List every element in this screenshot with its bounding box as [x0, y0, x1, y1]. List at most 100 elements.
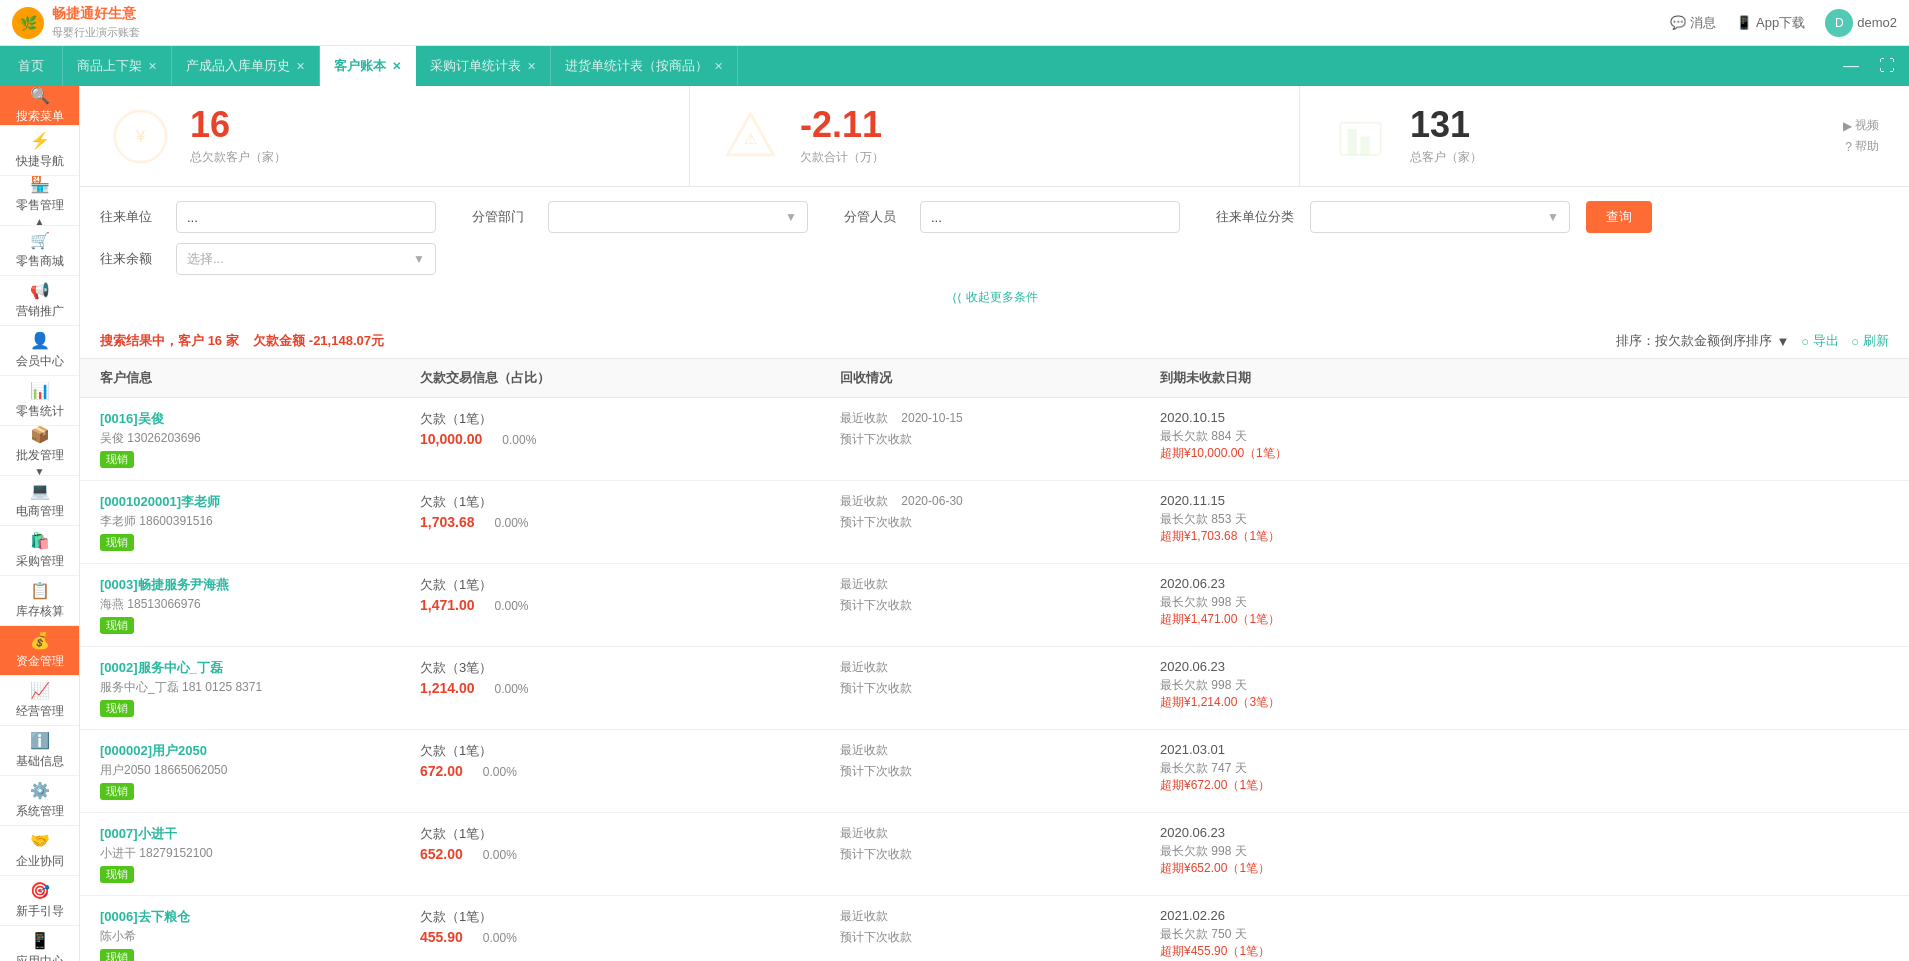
app-subtitle: 母婴行业演示账套 — [52, 25, 140, 40]
wholesale-icon: 📦 — [30, 425, 50, 444]
overdue-link[interactable]: 超期¥1,703.68（1笔） — [1160, 528, 1889, 545]
debt-cell: 欠款（1笔） 10,000.00 0.00% — [420, 410, 840, 447]
customer-name-link[interactable]: [000002]用户2050 — [100, 742, 420, 760]
tab-collapse-button[interactable]: — — [1837, 55, 1865, 77]
message-button[interactable]: 💬 消息 — [1670, 14, 1716, 32]
tab-home[interactable]: 首页 — [0, 46, 63, 86]
debt-cell: 欠款（1笔） 652.00 0.00% — [420, 825, 840, 862]
tab-close-icon[interactable]: ✕ — [148, 60, 157, 73]
tab-bar: 首页 商品上下架 ✕ 产成品入库单历史 ✕ 客户账本 ✕ 采购订单统计表 ✕ 进… — [0, 46, 1909, 86]
sidebar-item-member-center[interactable]: 👤 会员中心 — [0, 326, 79, 376]
retail-icon: 🏪 — [30, 175, 50, 194]
customer-info-cell: [0007]小进干 小进干 18279152100 现销 — [100, 825, 420, 883]
table-row: [0016]吴俊 吴俊 13026203696 现销 欠款（1笔） 10,000… — [80, 398, 1909, 481]
tab-inbound-stats[interactable]: 进货单统计表（按商品） ✕ — [551, 46, 738, 86]
sidebar-item-retail-mall[interactable]: 🛒 零售商城 — [0, 226, 79, 276]
overdue-link[interactable]: 超期¥10,000.00（1笔） — [1160, 445, 1889, 462]
customer-name-link[interactable]: [0002]服务中心_丁磊 — [100, 659, 420, 677]
filter-manager-input[interactable]: ... — [920, 201, 1180, 233]
table-row: [0006]去下粮仓 陈小希 现销 欠款（1笔） 455.90 0.00% 最近… — [80, 896, 1909, 961]
overdue-link[interactable]: 超期¥455.90（1笔） — [1160, 943, 1889, 960]
stat-card-debt-total: ⚠ -2.11 欠款合计（万） — [690, 86, 1300, 186]
overdue-link[interactable]: 超期¥1,214.00（3笔） — [1160, 694, 1889, 711]
filter-category-select[interactable]: ▼ — [1310, 201, 1570, 233]
col-header-recovery: 回收情况 — [840, 369, 1160, 387]
message-icon: 💬 — [1670, 15, 1686, 30]
filter-row-1: 往来单位 ... 分管部门 ▼ 分管人员 ... 往来单位分类 ▼ — [100, 201, 1889, 233]
customer-name-link[interactable]: [0016]吴俊 — [100, 410, 420, 428]
tab-fullscreen-button[interactable]: ⛶ — [1873, 55, 1901, 77]
capital-icon: 💰 — [30, 631, 50, 650]
sidebar-item-purchase-mgmt[interactable]: 🛍️ 采购管理 — [0, 526, 79, 576]
sidebar-item-ecommerce[interactable]: 💻 电商管理 — [0, 476, 79, 526]
sidebar-item-system-mgmt[interactable]: ⚙️ 系统管理 — [0, 776, 79, 826]
sidebar-item-business-mgmt[interactable]: 📈 经营管理 — [0, 676, 79, 726]
overdue-link[interactable]: 超期¥672.00（1笔） — [1160, 777, 1889, 794]
help-link[interactable]: ? 帮助 — [1845, 138, 1879, 155]
sidebar-item-quick-nav[interactable]: ⚡ 快捷导航 — [0, 126, 79, 176]
tab-production-history[interactable]: 产成品入库单历史 ✕ — [172, 46, 320, 86]
sidebar-item-retail-stats[interactable]: 📊 零售统计 — [0, 376, 79, 426]
sidebar-item-enterprise-collab[interactable]: 🤝 企业协同 — [0, 826, 79, 876]
recovery-cell: 最近收款 预计下次收款 — [840, 659, 1160, 697]
collapse-row[interactable]: ⟨⟨ 收起更多条件 — [100, 285, 1889, 314]
table-row: [0001020001]李老师 李老师 18600391516 现销 欠款（1笔… — [80, 481, 1909, 564]
app-download-button[interactable]: 📱 App下载 — [1736, 14, 1805, 32]
total-customers-number: 131 — [1410, 107, 1482, 143]
sort-selector[interactable]: 排序：按欠款金额倒序排序 ▼ — [1616, 332, 1789, 350]
refresh-button[interactable]: ○ 刷新 — [1851, 332, 1889, 350]
overdue-link[interactable]: 超期¥1,471.00（1笔） — [1160, 611, 1889, 628]
tab-products-toggle[interactable]: 商品上下架 ✕ — [63, 46, 172, 86]
filter-balance-select[interactable]: 选择... ▼ — [176, 243, 436, 275]
video-link[interactable]: ▶ 视频 — [1843, 117, 1879, 134]
filter-label-4: 往来单位分类 — [1216, 208, 1294, 226]
customer-name-link[interactable]: [0003]畅捷服务尹海燕 — [100, 576, 420, 594]
sidebar-item-retail-mgmt[interactable]: 🏪 零售管理 ▲ — [0, 176, 79, 226]
customer-tag: 现销 — [100, 534, 134, 551]
sidebar-search[interactable]: 🔍 搜索菜单 — [0, 86, 79, 126]
svg-rect-5 — [1347, 129, 1356, 155]
export-button[interactable]: ○ 导出 — [1801, 332, 1839, 350]
sidebar-item-basic-info[interactable]: ℹ️ 基础信息 — [0, 726, 79, 776]
tab-customer-account[interactable]: 客户账本 ✕ — [320, 46, 416, 86]
tab-close-icon[interactable]: ✕ — [714, 60, 723, 73]
customer-name-link[interactable]: [0007]小进干 — [100, 825, 420, 843]
overdue-link[interactable]: 超期¥652.00（1笔） — [1160, 860, 1889, 877]
filter-dept-select[interactable]: ▼ — [548, 201, 808, 233]
debt-cell: 欠款（1笔） 672.00 0.00% — [420, 742, 840, 779]
app-icon: 📱 — [1736, 15, 1752, 30]
sidebar-item-capital-mgmt[interactable]: 💰 资金管理 — [0, 626, 79, 676]
filter-label-5: 往来余额 — [100, 250, 160, 268]
top-bar: 🌿 畅捷通好生意 母婴行业演示账套 💬 消息 📱 App下载 D demo2 — [0, 0, 1909, 46]
svg-text:⚠: ⚠ — [744, 130, 757, 146]
sidebar-item-beginner[interactable]: 🎯 新手引导 — [0, 876, 79, 926]
avatar: D — [1825, 9, 1853, 37]
video-icon: ▶ — [1843, 119, 1852, 133]
business-icon: 📈 — [30, 681, 50, 700]
member-icon: 👤 — [30, 331, 50, 350]
result-summary: 搜索结果中，客户 16 家 欠款金额 -21,148.07元 — [100, 332, 384, 350]
sidebar-item-marketing[interactable]: 📢 营销推广 — [0, 276, 79, 326]
top-right: 💬 消息 📱 App下载 D demo2 — [1670, 9, 1897, 37]
recovery-cell: 最近收款 预计下次收款 — [840, 742, 1160, 780]
customer-name-link[interactable]: [0006]去下粮仓 — [100, 908, 420, 926]
tab-close-icon[interactable]: ✕ — [296, 60, 305, 73]
filter-manager-dots: ... — [931, 210, 942, 225]
sidebar-item-wholesale-mgmt[interactable]: 📦 批发管理 ▼ — [0, 426, 79, 476]
tab-close-icon[interactable]: ✕ — [527, 60, 536, 73]
recovery-cell: 最近收款 2020-10-15 预计下次收款 — [840, 410, 1160, 448]
user-menu[interactable]: D demo2 — [1825, 9, 1897, 37]
overdue-cell: 2020.06.23 最长欠款 998 天 超期¥1,214.00（3笔） — [1160, 659, 1889, 711]
search-button[interactable]: 查询 — [1586, 201, 1652, 233]
debt-cell: 欠款（3笔） 1,214.00 0.00% — [420, 659, 840, 696]
customer-name-link[interactable]: [0001020001]李老师 — [100, 493, 420, 511]
sidebar-item-app-center[interactable]: 📱 应用中心 — [0, 926, 79, 961]
result-actions: 排序：按欠款金额倒序排序 ▼ ○ 导出 ○ 刷新 — [1616, 332, 1889, 350]
tab-close-icon[interactable]: ✕ — [392, 60, 401, 73]
svg-rect-6 — [1360, 136, 1369, 154]
overdue-cell: 2020.11.15 最长欠款 853 天 超期¥1,703.68（1笔） — [1160, 493, 1889, 545]
filter-customer-input[interactable]: ... — [176, 201, 436, 233]
sidebar-item-inventory[interactable]: 📋 库存核算 — [0, 576, 79, 626]
tab-purchase-order-stats[interactable]: 采购订单统计表 ✕ — [416, 46, 551, 86]
customer-info-cell: [0003]畅捷服务尹海燕 海燕 18513066976 现销 — [100, 576, 420, 634]
